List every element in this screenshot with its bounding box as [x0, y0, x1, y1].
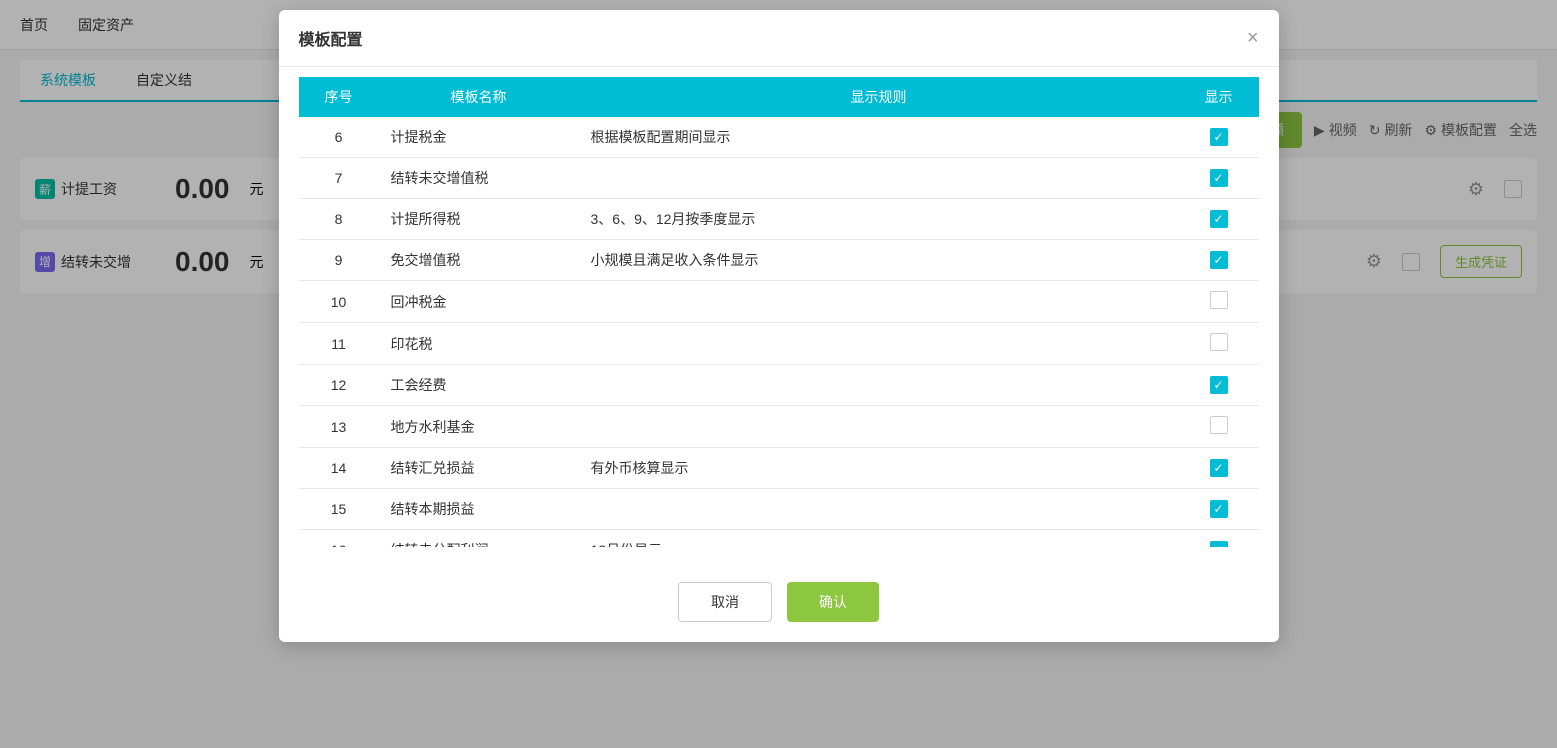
row-id: 9: [299, 240, 379, 281]
row-checkbox-cell: ✓: [1179, 158, 1259, 199]
row-checkbox[interactable]: ✓: [1210, 500, 1228, 518]
row-checkbox-cell: ✓: [1179, 240, 1259, 281]
col-header-rule: 显示规则: [579, 77, 1179, 117]
row-name: 结转汇兑损益: [379, 448, 579, 489]
table-row: 11印花税: [299, 323, 1259, 365]
col-header-display: 显示: [1179, 77, 1259, 117]
row-id: 14: [299, 448, 379, 489]
row-id: 8: [299, 199, 379, 240]
row-id: 12: [299, 365, 379, 406]
cancel-button[interactable]: 取消: [678, 582, 772, 622]
table-row: 6计提税金根据模板配置期间显示 ✓: [299, 117, 1259, 158]
col-header-id: 序号: [299, 77, 379, 117]
dialog-header: 模板配置 ×: [279, 10, 1279, 67]
config-table: 序号 模板名称 显示规则 显示 6计提税金根据模板配置期间显示✓7结转未交增值税…: [299, 77, 1259, 547]
row-id: 11: [299, 323, 379, 365]
row-name: 工会经费: [379, 365, 579, 406]
row-checkbox[interactable]: [1210, 416, 1228, 434]
row-id: 6: [299, 117, 379, 158]
row-checkbox[interactable]: [1210, 291, 1228, 309]
dialog-title: 模板配置: [299, 26, 363, 50]
row-rule: [579, 406, 1179, 448]
row-rule: [579, 323, 1179, 365]
row-checkbox[interactable]: ✓: [1210, 169, 1228, 187]
modal-overlay: 模板配置 × 序号 模板名称 显示规则 显示: [0, 0, 1557, 748]
row-id: 7: [299, 158, 379, 199]
table-row: 14结转汇兑损益有外币核算显示 ✓: [299, 448, 1259, 489]
row-id: 10: [299, 281, 379, 323]
row-checkbox[interactable]: ✓: [1210, 376, 1228, 394]
table-row: 16结转未分配利润12月份显示 ✓: [299, 530, 1259, 548]
row-name: 结转未交增值税: [379, 158, 579, 199]
dialog-body: 序号 模板名称 显示规则 显示 6计提税金根据模板配置期间显示✓7结转未交增值税…: [279, 67, 1279, 567]
row-checkbox-cell: ✓: [1179, 199, 1259, 240]
row-rule: 3、6、9、12月按季度显示: [579, 199, 1179, 240]
row-checkbox-cell: ✓: [1179, 448, 1259, 489]
table-scroll-area[interactable]: 序号 模板名称 显示规则 显示 6计提税金根据模板配置期间显示✓7结转未交增值税…: [299, 67, 1259, 547]
template-config-dialog: 模板配置 × 序号 模板名称 显示规则 显示: [279, 10, 1279, 642]
row-name: 结转本期损益: [379, 489, 579, 530]
row-rule: [579, 489, 1179, 530]
table-row: 9免交增值税小规模且满足收入条件显示 ✓: [299, 240, 1259, 281]
table-row: 8计提所得税3、6、9、12月按季度显示 ✓: [299, 199, 1259, 240]
row-checkbox[interactable]: ✓: [1210, 541, 1228, 547]
row-name: 结转未分配利润: [379, 530, 579, 548]
row-checkbox[interactable]: ✓: [1210, 128, 1228, 146]
dialog-footer: 取消 确认: [279, 567, 1279, 642]
row-name: 地方水利基金: [379, 406, 579, 448]
row-checkbox-cell: ✓: [1179, 365, 1259, 406]
row-checkbox-cell: [1179, 406, 1259, 448]
row-name: 计提税金: [379, 117, 579, 158]
table-row: 10回冲税金: [299, 281, 1259, 323]
row-name: 计提所得税: [379, 199, 579, 240]
row-checkbox[interactable]: ✓: [1210, 210, 1228, 228]
table-row: 12工会经费 ✓: [299, 365, 1259, 406]
row-rule: 根据模板配置期间显示: [579, 117, 1179, 158]
row-rule: [579, 158, 1179, 199]
row-id: 15: [299, 489, 379, 530]
row-checkbox[interactable]: ✓: [1210, 251, 1228, 269]
row-id: 16: [299, 530, 379, 548]
table-row: 13地方水利基金: [299, 406, 1259, 448]
row-checkbox-cell: [1179, 323, 1259, 365]
col-header-name: 模板名称: [379, 77, 579, 117]
row-checkbox[interactable]: ✓: [1210, 459, 1228, 477]
table-row: 7结转未交增值税 ✓: [299, 158, 1259, 199]
row-rule: 小规模且满足收入条件显示: [579, 240, 1179, 281]
row-rule: 有外币核算显示: [579, 448, 1179, 489]
confirm-button[interactable]: 确认: [787, 582, 879, 622]
row-checkbox-cell: ✓: [1179, 489, 1259, 530]
row-name: 免交增值税: [379, 240, 579, 281]
row-checkbox-cell: [1179, 281, 1259, 323]
row-rule: [579, 365, 1179, 406]
row-id: 13: [299, 406, 379, 448]
row-checkbox-cell: ✓: [1179, 117, 1259, 158]
row-name: 印花税: [379, 323, 579, 365]
row-name: 回冲税金: [379, 281, 579, 323]
row-checkbox[interactable]: [1210, 333, 1228, 351]
close-icon[interactable]: ×: [1247, 28, 1259, 48]
row-rule: 12月份显示: [579, 530, 1179, 548]
table-row: 15结转本期损益 ✓: [299, 489, 1259, 530]
row-checkbox-cell: ✓: [1179, 530, 1259, 548]
row-rule: [579, 281, 1179, 323]
